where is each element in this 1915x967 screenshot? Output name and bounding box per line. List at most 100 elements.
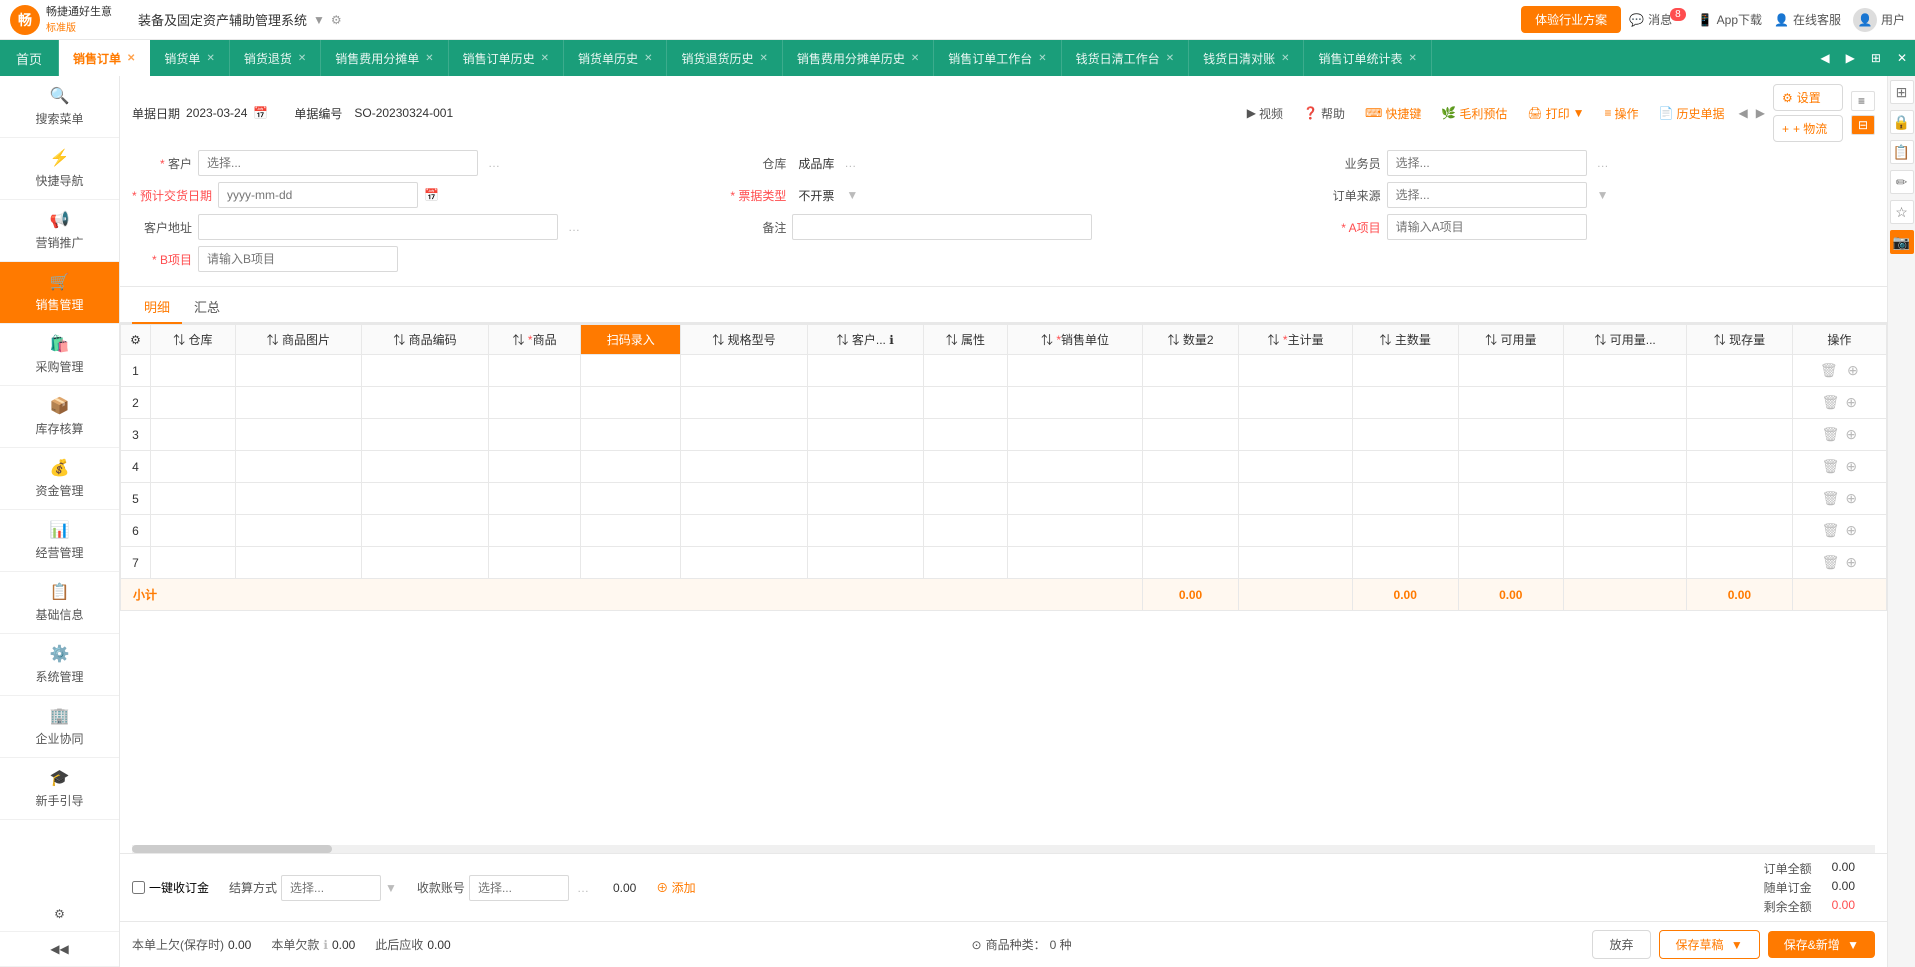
row-avail2-2[interactable] [1564, 387, 1687, 419]
tab-sales-invoice[interactable]: 销货单 ✕ [150, 40, 229, 76]
row-mainunit-4[interactable] [1239, 451, 1353, 483]
warehouse-ellipsis[interactable]: … [840, 156, 860, 170]
row-warehouse-2[interactable] [151, 387, 236, 419]
row-product-7[interactable] [488, 547, 581, 579]
row-warehouse-4[interactable] [151, 451, 236, 483]
sidebar-item-system[interactable]: ⚙️ 系统管理 [0, 634, 119, 696]
nav-forward-icon[interactable]: ▶ [1756, 106, 1765, 120]
row-scan-3[interactable] [581, 419, 681, 451]
row-stock-4[interactable] [1687, 451, 1793, 483]
row-scan-7[interactable] [581, 547, 681, 579]
account-ellipsis[interactable]: … [573, 881, 593, 895]
row-attr-4[interactable] [923, 451, 1008, 483]
a-project-input[interactable] [1387, 214, 1587, 240]
row-avail-2[interactable] [1458, 387, 1564, 419]
save-new-btn[interactable]: 保存&新增 ▼ [1768, 931, 1875, 958]
tab-close-daily-workbench[interactable]: ✕ [1166, 53, 1174, 64]
row-avail2-4[interactable] [1564, 451, 1687, 483]
view-btn[interactable]: ▶ 视频 [1241, 103, 1289, 124]
tab-sales-return[interactable]: 销货退货 ✕ [230, 40, 321, 76]
row-stock-5[interactable] [1687, 483, 1793, 515]
tab-return-history[interactable]: 销货退货历史 ✕ [667, 40, 782, 76]
tab-close-expense[interactable]: ✕ [425, 53, 433, 64]
row-mainqty-1[interactable] [1352, 355, 1458, 387]
tab-expense-history[interactable]: 销售费用分摊单历史 ✕ [783, 40, 934, 76]
row-mainqty-5[interactable] [1352, 483, 1458, 515]
row-stock-3[interactable] [1687, 419, 1793, 451]
row-product-6[interactable] [488, 515, 581, 547]
row-mainqty-7[interactable] [1352, 547, 1458, 579]
copy-row-7[interactable]: ⊕ [1842, 554, 1860, 570]
row-product-5[interactable] [488, 483, 581, 515]
row-custcode-1[interactable] [807, 355, 923, 387]
row-code-4[interactable] [362, 451, 489, 483]
info-icon[interactable]: ℹ [323, 938, 328, 952]
sidebar-item-sales[interactable]: 🛒 销售管理 [0, 262, 119, 324]
h-scrollbar-track[interactable] [132, 845, 1875, 853]
sidebar-collapse-btn[interactable]: ◀◀ [0, 932, 119, 967]
add-payment-btn[interactable]: ⊕ 添加 [656, 879, 695, 896]
row-stock-6[interactable] [1687, 515, 1793, 547]
row-mainqty-6[interactable] [1352, 515, 1458, 547]
row-custcode-2[interactable] [807, 387, 923, 419]
row-custcode-6[interactable] [807, 515, 923, 547]
row-unit-1[interactable] [1008, 355, 1143, 387]
row-scan-2[interactable] [581, 387, 681, 419]
tab-close-order-workbench[interactable]: ✕ [1038, 53, 1046, 64]
row-code-5[interactable] [362, 483, 489, 515]
copy-row-3[interactable]: ⊕ [1842, 426, 1860, 442]
right-panel-btn-1[interactable]: ⊞ [1890, 80, 1914, 104]
row-spec-1[interactable] [681, 355, 808, 387]
right-panel-btn-2[interactable]: 🔒 [1890, 110, 1914, 134]
tab-close-return[interactable]: ✕ [298, 53, 306, 64]
row-avail2-3[interactable] [1564, 419, 1687, 451]
row-image-5[interactable] [235, 483, 362, 515]
help-btn[interactable]: ❓ 帮助 [1297, 103, 1351, 124]
staff-input[interactable] [1387, 150, 1587, 176]
tab-close-return-history[interactable]: ✕ [759, 53, 767, 64]
address-ellipsis[interactable]: … [564, 220, 584, 234]
sidebar-item-purchase[interactable]: 🛍️ 采购管理 [0, 324, 119, 386]
delivery-calendar-icon[interactable]: 📅 [424, 188, 439, 202]
sidebar-item-marketing[interactable]: 📢 营销推广 [0, 200, 119, 262]
row-qty2-5[interactable] [1142, 483, 1238, 515]
sidebar-settings-btn[interactable]: ⚙ [0, 897, 119, 932]
row-avail2-7[interactable] [1564, 547, 1687, 579]
row-attr-1[interactable] [923, 355, 1008, 387]
sidebar-item-inventory[interactable]: 📦 库存核算 [0, 386, 119, 448]
history-btn[interactable]: 📄 历史单据 [1653, 103, 1731, 124]
row-avail-5[interactable] [1458, 483, 1564, 515]
row-image-3[interactable] [235, 419, 362, 451]
sidebar-item-finance[interactable]: 💰 资金管理 [0, 448, 119, 510]
order-source-dropdown-icon[interactable]: ▼ [1597, 188, 1609, 202]
row-scan-6[interactable] [581, 515, 681, 547]
row-spec-2[interactable] [681, 387, 808, 419]
nav-prev-arrow[interactable]: ◀ [1812, 40, 1837, 76]
row-product-1[interactable] [488, 355, 581, 387]
staff-ellipsis[interactable]: … [1593, 156, 1613, 170]
row-mainunit-1[interactable] [1239, 355, 1353, 387]
delete-row-1[interactable]: 🗑 [1817, 362, 1841, 378]
shortcut-btn[interactable]: ⌨ 快捷键 [1359, 103, 1427, 124]
payment-dropdown-icon[interactable]: ▼ [385, 881, 397, 895]
settings-icon[interactable]: ⚙ [331, 13, 342, 27]
row-mainunit-2[interactable] [1239, 387, 1353, 419]
customer-input[interactable] [198, 150, 478, 176]
one-click-checkbox-input[interactable] [132, 881, 145, 894]
row-mainunit-5[interactable] [1239, 483, 1353, 515]
row-code-6[interactable] [362, 515, 489, 547]
table-scroll-wrap[interactable]: ⚙ ⇅ 仓库 ⇅ 商品图片 ⇅ 商品编码 ⇅ *商品 扫码录入 ⇅ 规格型号 ⇅… [120, 324, 1887, 845]
row-avail2-1[interactable] [1564, 355, 1687, 387]
one-click-checkbox[interactable]: 一键收订金 [132, 879, 209, 896]
row-code-7[interactable] [362, 547, 489, 579]
row-qty2-6[interactable] [1142, 515, 1238, 547]
row-code-1[interactable] [362, 355, 489, 387]
tab-summary[interactable]: 汇总 [182, 291, 232, 322]
tab-close-order-history[interactable]: ✕ [541, 53, 549, 64]
row-unit-4[interactable] [1008, 451, 1143, 483]
sidebar-item-guide[interactable]: 🎓 新手引导 [0, 758, 119, 820]
col-settings[interactable]: ⚙ [121, 325, 151, 355]
settings-action-btn[interactable]: ⚙ 设置 [1773, 84, 1843, 111]
tab-sales-order[interactable]: 销售订单 ✕ [59, 40, 150, 76]
row-product-4[interactable] [488, 451, 581, 483]
